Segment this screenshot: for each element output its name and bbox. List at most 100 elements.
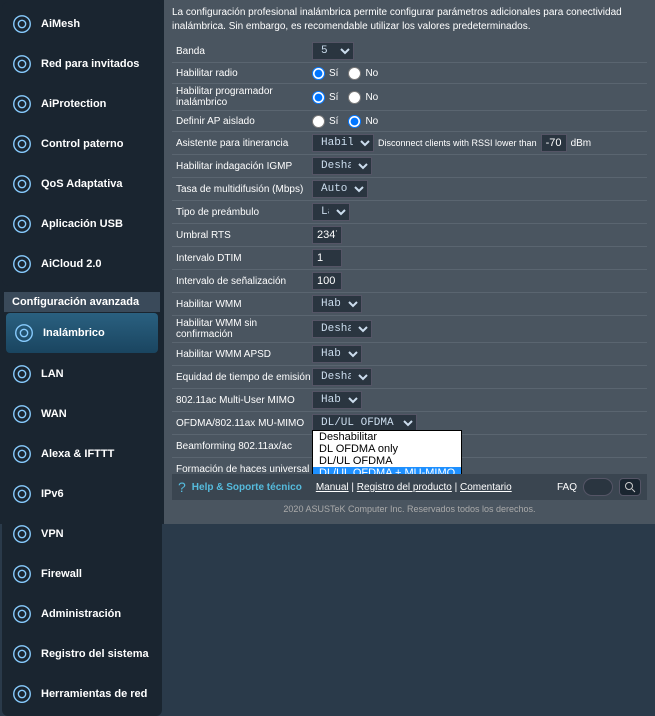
ubf-label: Formación de haces universal — [172, 464, 312, 475]
roaming-label: Asistente para itinerancia — [172, 138, 312, 149]
intro-text: La configuración profesional inalámbrica… — [172, 6, 647, 34]
nav-tools[interactable]: Herramientas de red — [4, 674, 160, 714]
radio-yes[interactable] — [312, 67, 325, 80]
dtim-input[interactable] — [312, 249, 342, 267]
beamform-label: Beamforming 802.11ax/ac — [172, 441, 312, 452]
mesh-icon — [9, 11, 35, 37]
admin-icon — [9, 601, 35, 627]
wmm-select[interactable]: Habilitar — [312, 295, 362, 313]
wan-icon — [9, 401, 35, 427]
radio-label: Habilitar radio — [172, 68, 312, 79]
nav-cloud[interactable]: AiCloud 2.0 — [4, 244, 160, 284]
nav-label: IPv6 — [41, 488, 64, 500]
radio-no[interactable] — [348, 67, 361, 80]
nav-alexa[interactable]: Alexa & IFTTT — [4, 434, 160, 474]
nav-label: Aplicación USB — [41, 218, 123, 230]
sched-no[interactable] — [348, 91, 361, 104]
nav-log[interactable]: Registro del sistema — [4, 634, 160, 674]
nav-wireless[interactable]: Inalámbrico — [6, 313, 158, 353]
preamble-select[interactable]: Largo — [312, 203, 350, 221]
roaming-select[interactable]: Habilitar — [312, 134, 374, 152]
nav-label: Control paterno — [41, 138, 124, 150]
firewall-icon — [9, 561, 35, 587]
wmm_noack-select[interactable]: Deshabilitar — [312, 320, 372, 338]
family-icon — [9, 131, 35, 157]
shield-icon — [9, 91, 35, 117]
isolated-no[interactable] — [348, 115, 361, 128]
multicast-select[interactable]: Automático — [312, 180, 368, 198]
nav-label: WAN — [41, 408, 67, 420]
multicast-label: Tasa de multidifusión (Mbps) — [172, 184, 312, 195]
nav-vpn[interactable]: VPN — [4, 514, 160, 554]
airtime-label: Equidad de tiempo de emisión — [172, 372, 312, 383]
nav-usb[interactable]: Aplicación USB — [4, 204, 160, 244]
lan-icon — [9, 361, 35, 387]
wmm_noack-label: Habilitar WMM sin confirmación — [172, 318, 312, 340]
nav-label: Registro del sistema — [41, 648, 149, 660]
guest-icon — [9, 51, 35, 77]
nav-shield[interactable]: AiProtection — [4, 84, 160, 124]
nav-label: Alexa & IFTTT — [41, 448, 114, 460]
beacon-label: Intervalo de señalización — [172, 276, 312, 287]
product-reg-link[interactable]: Registro del producto — [357, 482, 452, 493]
ipv6-icon — [9, 481, 35, 507]
wmm-label: Habilitar WMM — [172, 299, 312, 310]
help-icon: ? — [178, 479, 186, 495]
mumimo-label: 802.11ac Multi-User MIMO — [172, 395, 312, 406]
nav-lan[interactable]: LAN — [4, 354, 160, 394]
nav-label: Herramientas de red — [41, 688, 147, 700]
airtime-select[interactable]: Deshabilitar — [312, 368, 372, 386]
copyright: 2020 ASUSTeK Computer Inc. Reservados to… — [172, 500, 647, 518]
sched-label: Habilitar programador inalámbrico — [172, 86, 312, 108]
beacon-input[interactable] — [312, 272, 342, 290]
search-button[interactable] — [619, 478, 641, 496]
band-select[interactable]: 5 GHz — [312, 42, 354, 60]
nav-ipv6[interactable]: IPv6 — [4, 474, 160, 514]
advanced-header: Configuración avanzada — [4, 292, 160, 312]
igmp-label: Habilitar indagación IGMP — [172, 161, 312, 172]
nav-label: VPN — [41, 528, 64, 540]
vpn-icon — [9, 521, 35, 547]
ofdma-dropdown[interactable]: DeshabilitarDL OFDMA onlyDL/UL OFDMADL/U… — [312, 430, 462, 474]
nav-admin[interactable]: Administración — [4, 594, 160, 634]
isolated-label: Definir AP aislado — [172, 116, 312, 127]
rssi-input[interactable] — [541, 134, 567, 152]
dtim-label: Intervalo DTIM — [172, 253, 312, 264]
isolated-yes[interactable] — [312, 115, 325, 128]
nav-family[interactable]: Control paterno — [4, 124, 160, 164]
nav-label: LAN — [41, 368, 64, 380]
nav-qos[interactable]: QoS Adaptativa — [4, 164, 160, 204]
nav-label: AiProtection — [41, 98, 106, 110]
ofdma-label: OFDMA/802.11ax MU-MIMO — [172, 418, 312, 429]
nav-label: Firewall — [41, 568, 82, 580]
feedback-link[interactable]: Comentario — [460, 482, 512, 493]
tools-icon — [9, 681, 35, 707]
nav-label: Inalámbrico — [43, 327, 105, 339]
log-icon — [9, 641, 35, 667]
ofdma-option[interactable]: DL OFDMA only — [313, 443, 461, 455]
cloud-icon — [9, 251, 35, 277]
ofdma-option[interactable]: DL/UL OFDMA — [313, 455, 461, 467]
ofdma-option[interactable]: Deshabilitar — [313, 431, 461, 443]
nav-label: Administración — [41, 608, 121, 620]
search-input[interactable] — [583, 478, 613, 496]
sched-yes[interactable] — [312, 91, 325, 104]
nav-wan[interactable]: WAN — [4, 394, 160, 434]
rts-input[interactable] — [312, 226, 342, 244]
wmm_apsd-select[interactable]: Habilitar — [312, 345, 362, 363]
wmm_apsd-label: Habilitar WMM APSD — [172, 349, 312, 360]
nav-guest[interactable]: Red para invitados — [4, 44, 160, 84]
wireless-icon — [11, 320, 37, 346]
rts-label: Umbral RTS — [172, 230, 312, 241]
nav-mesh[interactable]: AiMesh — [4, 4, 160, 44]
nav-label: AiMesh — [41, 18, 80, 30]
help-support-link[interactable]: Help & Soporte técnico — [192, 482, 302, 493]
ofdma-option[interactable]: DL/UL OFDMA + MU-MIMO — [313, 467, 461, 474]
alexa-icon — [9, 441, 35, 467]
usb-icon — [9, 211, 35, 237]
manual-link[interactable]: Manual — [316, 482, 349, 493]
igmp-select[interactable]: Deshabilitar — [312, 157, 372, 175]
mumimo-select[interactable]: Habilitar — [312, 391, 362, 409]
nav-firewall[interactable]: Firewall — [4, 554, 160, 594]
qos-icon — [9, 171, 35, 197]
